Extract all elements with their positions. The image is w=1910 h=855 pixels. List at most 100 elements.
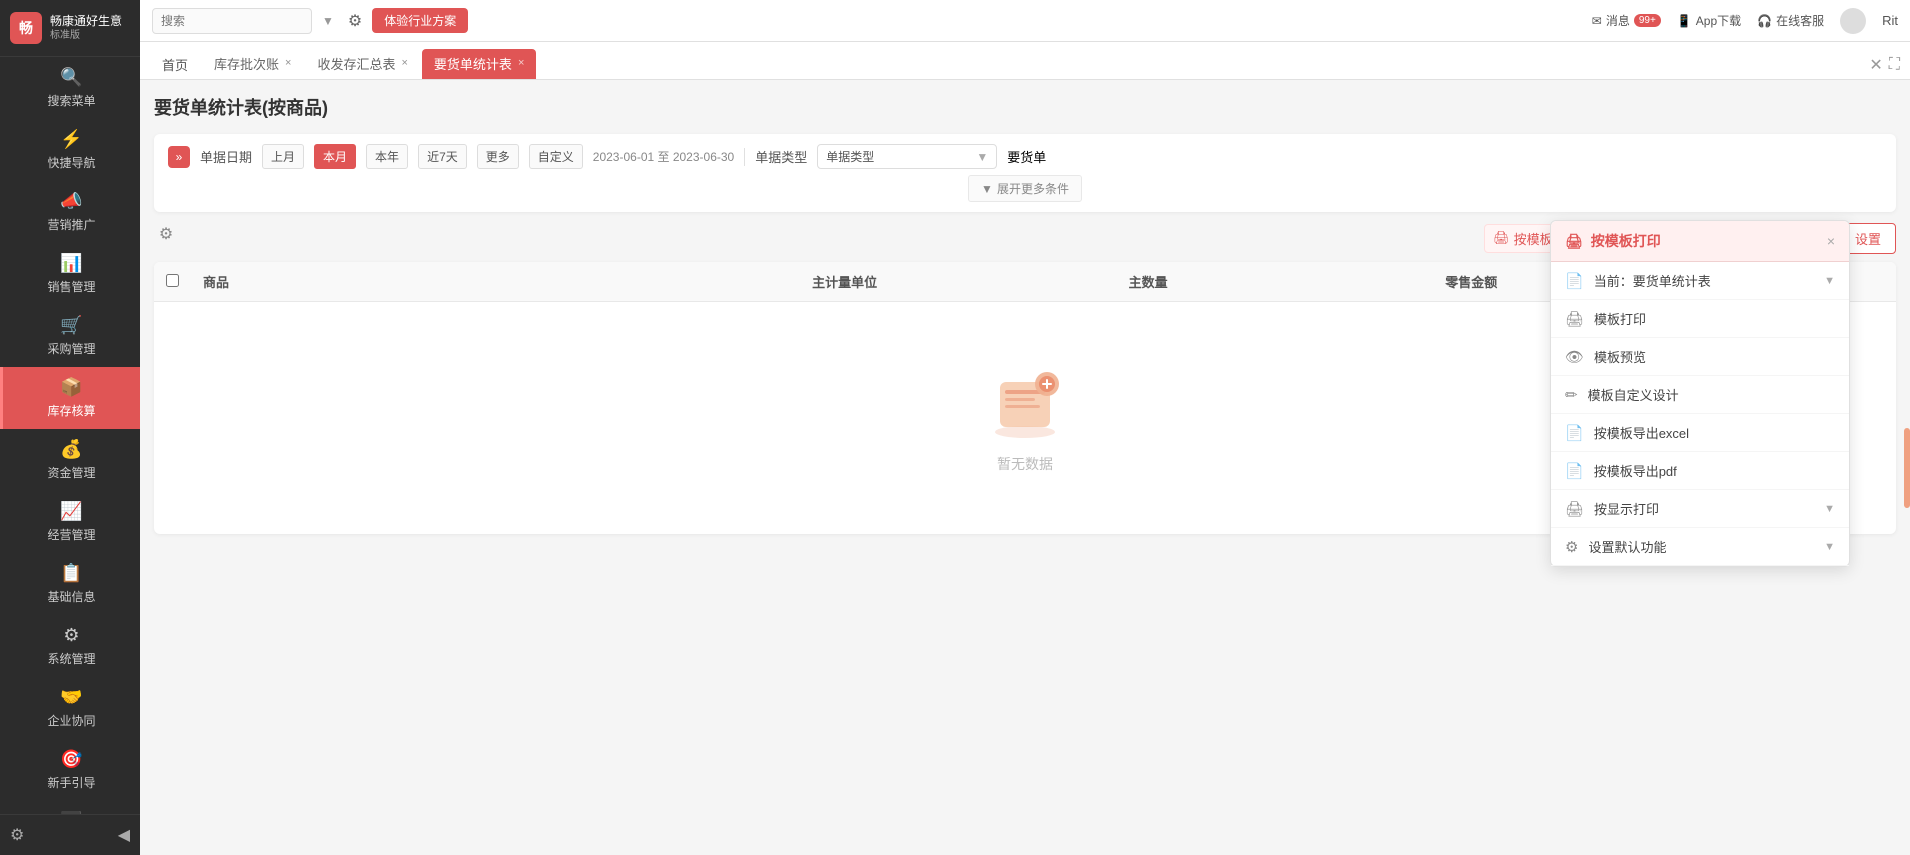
search-chevron-icon[interactable]: ▼ xyxy=(322,14,334,28)
tab-receipts-close-icon[interactable]: × xyxy=(401,57,407,69)
sidebar-item-finance[interactable]: 💰 资金管理 xyxy=(0,429,140,491)
expand-more-icon: ▼ xyxy=(981,182,993,196)
main-area: ▼ ⚙ 体验行业方案 ✉ 消息 99+ 📱 App下载 🎧 在线客服 Rit 首… xyxy=(140,0,1910,855)
shortcut-icon: ⚡ xyxy=(60,129,82,150)
dropdown-current-template[interactable]: 📄 当前：要货单统计表 ▼ xyxy=(1551,262,1849,300)
logo-icon: 畅 xyxy=(10,12,42,44)
inventory-icon: 📦 xyxy=(60,377,82,398)
message-icon: ✉ xyxy=(1592,14,1602,28)
default-func-inner: ⚙ 设置默认功能 xyxy=(1565,537,1666,556)
tab-close-all-icon[interactable]: ✕ xyxy=(1869,55,1882,75)
sidebar-item-operation[interactable]: 📈 经营管理 xyxy=(0,491,140,553)
sidebar-item-system[interactable]: ⚙ 系统管理 xyxy=(0,615,140,677)
online-service-button[interactable]: 🎧 在线客服 xyxy=(1757,12,1824,29)
gear-settings-icon[interactable]: ⚙ xyxy=(154,222,178,246)
sidebar-item-guide[interactable]: 🎯 新手引导 xyxy=(0,739,140,801)
action-bar-left: ⚙ xyxy=(154,222,178,246)
date-btn-last-month[interactable]: 上月 xyxy=(262,144,304,169)
sidebar-item-basic[interactable]: 📋 基础信息 xyxy=(0,553,140,615)
guide-icon: 🎯 xyxy=(60,749,82,770)
app-download-button[interactable]: 📱 App下载 xyxy=(1677,12,1741,29)
page-title: 要货单统计表(按商品) xyxy=(154,94,1896,120)
sidebar-item-sales[interactable]: 📊 销售管理 xyxy=(0,243,140,305)
sidebar-item-search[interactable]: 🔍 搜索菜单 xyxy=(0,57,140,119)
finance-icon: 💰 xyxy=(60,439,82,460)
topbar: ▼ ⚙ 体验行业方案 ✉ 消息 99+ 📱 App下载 🎧 在线客服 Rit xyxy=(140,0,1910,42)
doc-type-select[interactable]: 单据类型 ▼ xyxy=(817,144,997,169)
basic-icon: 📋 xyxy=(60,563,82,584)
messages-badge: 99+ xyxy=(1634,14,1661,27)
scroll-indicator[interactable] xyxy=(1904,428,1910,508)
tab-expand-icon[interactable]: ⛶ xyxy=(1889,56,1900,74)
current-template-chevron-icon: ▼ xyxy=(1824,275,1835,287)
dropdown-export-excel[interactable]: 📄 按模板导出excel xyxy=(1551,414,1849,452)
sidebar-item-shortcut[interactable]: ⚡ 快捷导航 xyxy=(0,119,140,181)
search-input[interactable] xyxy=(152,8,312,34)
trial-button[interactable]: 体验行业方案 xyxy=(372,8,468,33)
doc-type-chevron-icon: ▼ xyxy=(976,150,988,164)
dropdown-default-func[interactable]: ⚙ 设置默认功能 ▼ xyxy=(1551,528,1849,566)
dropdown-close-button[interactable]: × xyxy=(1827,233,1835,249)
yaohuod-filter: 要货单 xyxy=(1007,147,1046,166)
select-all-checkbox[interactable] xyxy=(166,274,179,287)
sales-icon: 📊 xyxy=(60,253,82,274)
template-design-icon: ✏ xyxy=(1565,386,1578,404)
date-btn-more[interactable]: 更多 xyxy=(477,144,519,169)
search-icon: 🔍 xyxy=(60,67,82,88)
sidebar-item-collab[interactable]: 🤝 企业协同 xyxy=(0,677,140,739)
tab-order-stats-close-icon[interactable]: × xyxy=(518,57,524,69)
dropdown-template-preview[interactable]: 👁 模板预览 xyxy=(1551,338,1849,376)
export-excel-icon: 📄 xyxy=(1565,424,1584,442)
avatar[interactable] xyxy=(1840,8,1866,34)
sidebar-item-purchase[interactable]: 🛒 采购管理 xyxy=(0,305,140,367)
dropdown-template-design[interactable]: ✏ 模板自定义设计 xyxy=(1551,376,1849,414)
expand-more-button[interactable]: ▼ 展开更多条件 xyxy=(968,175,1082,202)
sidebar: 畅 畅康通好生意 标准版 🔍 搜索菜单 ⚡ 快捷导航 📣 营销推广 📊 销售管理… xyxy=(0,0,140,855)
sidebar-item-inventory[interactable]: 📦 库存核算 xyxy=(0,367,140,429)
sidebar-footer: ⚙ ◀ xyxy=(0,814,140,855)
tab-receipts[interactable]: 收发存汇总表 × xyxy=(305,49,419,79)
printer-dropdown-icon: 🖨 xyxy=(1565,233,1583,250)
th-qty: 主数量 xyxy=(1117,262,1434,301)
system-icon: ⚙ xyxy=(63,625,79,646)
marketing-icon: 📣 xyxy=(60,191,82,212)
date-btn-this-month[interactable]: 本月 xyxy=(314,144,356,169)
collapse-footer-icon[interactable]: ◀ xyxy=(118,825,130,845)
export-pdf-icon: 📄 xyxy=(1565,462,1584,480)
settings-footer-icon[interactable]: ⚙ xyxy=(10,825,24,845)
dropdown-display-print[interactable]: 🖨 按显示打印 ▼ xyxy=(1551,490,1849,528)
dropdown-header: 🖨 按模板打印 × xyxy=(1551,221,1849,262)
date-btn-7days[interactable]: 近7天 xyxy=(418,144,467,169)
sidebar-item-apps[interactable]: 🔲 应用中心 xyxy=(0,801,140,814)
settings-gear-icon[interactable]: ⚙ xyxy=(348,11,362,31)
topbar-right: ✉ 消息 99+ 📱 App下载 🎧 在线客服 Rit xyxy=(1592,8,1898,34)
dropdown-template-print[interactable]: 🖨 模板打印 xyxy=(1551,300,1849,338)
messages-button[interactable]: ✉ 消息 99+ xyxy=(1592,12,1661,29)
sidebar-item-marketing[interactable]: 📣 营销推广 xyxy=(0,181,140,243)
empty-label: 暂无数据 xyxy=(997,454,1053,474)
tab-order-stats[interactable]: 要货单统计表 × xyxy=(422,49,536,79)
date-btn-this-year[interactable]: 本年 xyxy=(366,144,408,169)
tabbar: 首页 库存批次账 × 收发存汇总表 × 要货单统计表 × ✕ ⛶ xyxy=(140,42,1910,80)
dropdown-export-pdf[interactable]: 📄 按模板导出pdf xyxy=(1551,452,1849,490)
template-print-icon: 🖨 xyxy=(1565,310,1584,328)
user-name: Rit xyxy=(1882,13,1898,28)
display-print-inner: 🖨 按显示打印 xyxy=(1565,499,1659,518)
default-func-icon: ⚙ xyxy=(1565,538,1578,556)
template-preview-icon: 👁 xyxy=(1565,348,1584,366)
default-func-chevron-icon: ▼ xyxy=(1824,541,1835,553)
tab-home[interactable]: 首页 xyxy=(150,49,200,79)
th-check[interactable] xyxy=(154,264,191,300)
content: 要货单统计表(按商品) » 单据日期 上月 本月 本年 近7天 更多 自定义 2… xyxy=(140,80,1910,855)
tab-batch-close-icon[interactable]: × xyxy=(285,57,291,69)
filter-card: » 单据日期 上月 本月 本年 近7天 更多 自定义 2023-06-01 至 … xyxy=(154,134,1896,212)
date-filter-label: 单据日期 xyxy=(200,147,252,166)
filter-expand-icon[interactable]: » xyxy=(168,146,190,168)
dropdown-title: 🖨 按模板打印 xyxy=(1565,231,1661,251)
tab-batch[interactable]: 库存批次账 × xyxy=(202,49,303,79)
date-btn-custom[interactable]: 自定义 xyxy=(529,144,583,169)
purchase-icon: 🛒 xyxy=(60,315,82,336)
filter-divider xyxy=(744,148,745,166)
current-template-inner: 📄 当前：要货单统计表 xyxy=(1565,271,1711,290)
yaohuod-label: 要货单 xyxy=(1007,147,1046,166)
